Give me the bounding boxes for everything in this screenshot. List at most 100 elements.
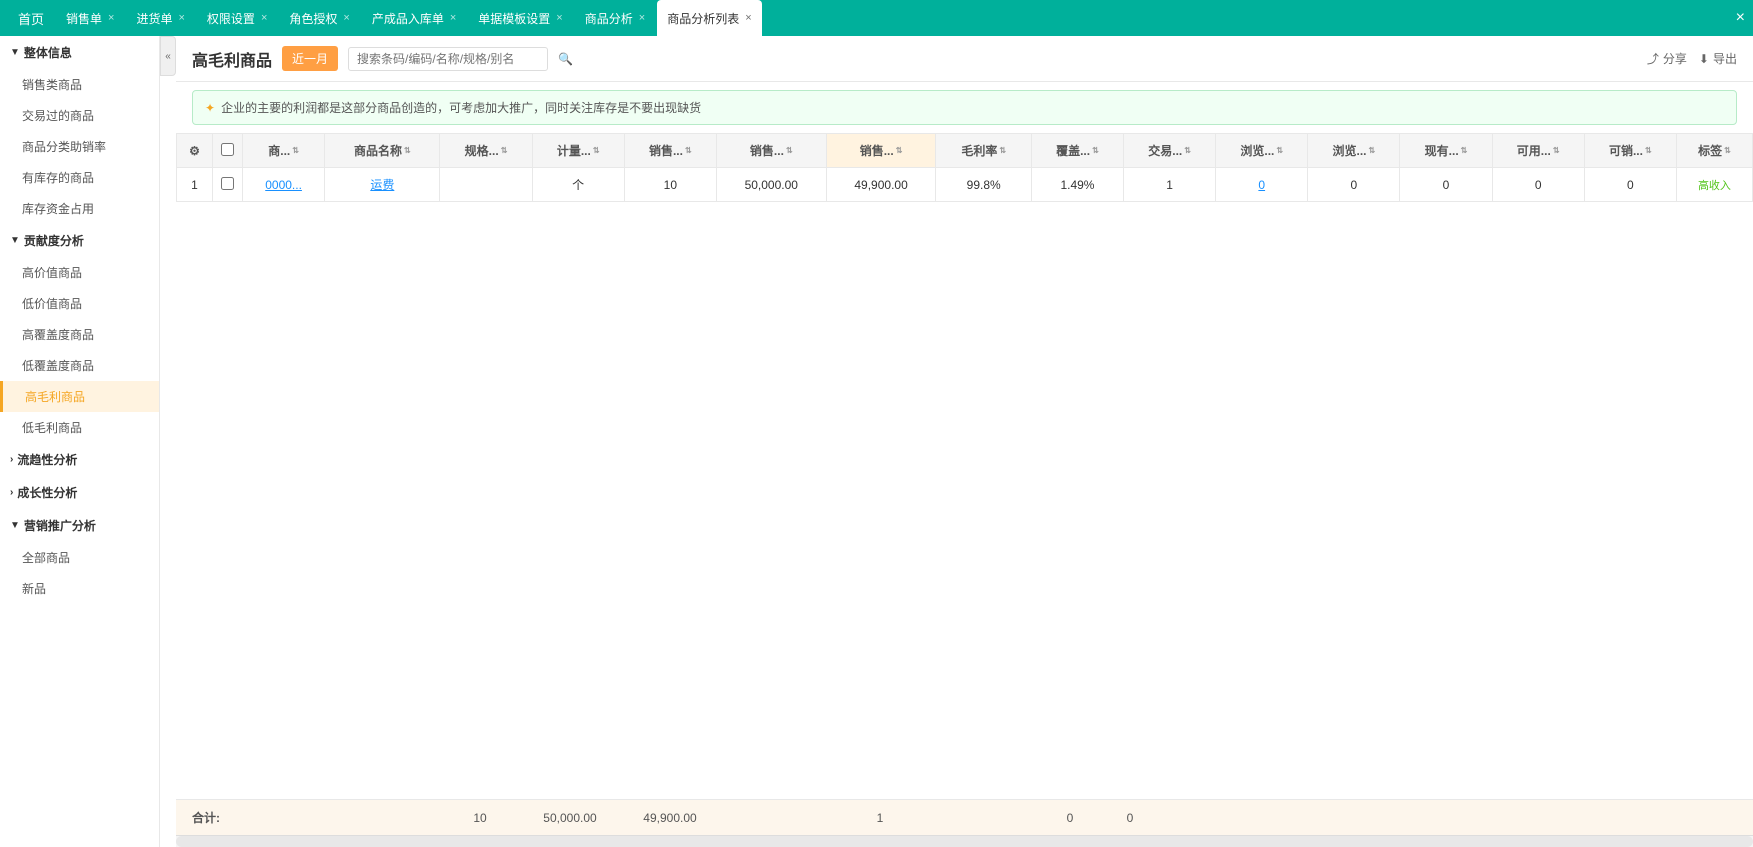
sidebar-item-high-coverage[interactable]: 高覆盖度商品 — [0, 319, 159, 350]
arrow-overall: ▼ — [10, 47, 20, 58]
nav-analysis-list[interactable]: 商品分析列表 × — [657, 0, 761, 36]
cell-sales-count: 10 — [624, 168, 716, 202]
table-container[interactable]: ⚙ 商... ⇅ 商品名称 — [176, 133, 1753, 799]
sort-arrows-sales-amount: ⇅ — [786, 146, 793, 155]
info-icon: ✦ — [205, 101, 215, 115]
col-sales-amount[interactable]: 销售... ⇅ — [716, 134, 826, 168]
cell-view1[interactable]: 0 — [1216, 168, 1308, 202]
col-coverage[interactable]: 覆盖... ⇅ — [1031, 134, 1123, 168]
close-all-tabs[interactable]: × — [1736, 9, 1745, 27]
sidebar-item-low-margin[interactable]: 低毛利商品 — [0, 412, 159, 443]
row-checkbox[interactable] — [221, 177, 234, 190]
cell-code[interactable]: 0000... — [243, 168, 325, 202]
col-unit[interactable]: 计量... ⇅ — [532, 134, 624, 168]
col-sales-count[interactable]: 销售... ⇅ — [624, 134, 716, 168]
page-title: 高毛利商品 — [192, 47, 272, 71]
nav-template[interactable]: 单据模板设置 × — [468, 0, 572, 36]
col-checkbox[interactable] — [213, 134, 243, 168]
col-spec[interactable]: 规格... ⇅ — [440, 134, 532, 168]
nav-product-in-close[interactable]: × — [450, 12, 456, 24]
top-nav-bar: 首页 销售单 × 进货单 × 权限设置 × 角色授权 × 产成品入库单 × 单据… — [0, 0, 1753, 36]
nav-role[interactable]: 角色授权 × — [279, 0, 359, 36]
cell-current: 0 — [1400, 168, 1492, 202]
cell-gross-margin: 99.8% — [936, 168, 1031, 202]
data-table: ⚙ 商... ⇅ 商品名称 — [176, 133, 1753, 202]
col-code[interactable]: 商... ⇅ — [243, 134, 325, 168]
select-all-checkbox[interactable] — [221, 143, 234, 156]
sidebar-item-all-goods[interactable]: 全部商品 — [0, 542, 159, 573]
sort-arrows-tag: ⇅ — [1724, 146, 1731, 155]
col-name[interactable]: 商品名称 ⇅ — [325, 134, 440, 168]
export-icon: ⬇ — [1699, 52, 1709, 66]
sidebar-item-low-coverage[interactable]: 低覆盖度商品 — [0, 350, 159, 381]
col-settings[interactable]: ⚙ — [177, 134, 213, 168]
share-button[interactable]: ⤴ 分享 — [1647, 50, 1687, 67]
sidebar-item-traded-goods[interactable]: 交易过的商品 — [0, 100, 159, 131]
sidebar-section-contribution[interactable]: ▼ 贡献度分析 — [0, 224, 159, 257]
cell-sellable: 0 — [1584, 168, 1676, 202]
sidebar-item-high-value[interactable]: 高价值商品 — [0, 257, 159, 288]
col-view2[interactable]: 浏览... ⇅ — [1308, 134, 1400, 168]
sort-arrows-unit: ⇅ — [593, 146, 600, 155]
cell-checkbox[interactable] — [213, 168, 243, 202]
sort-arrows-spec: ⇅ — [501, 146, 508, 155]
nav-permission[interactable]: 权限设置 × — [197, 0, 277, 36]
sidebar-item-new-goods[interactable]: 新品 — [0, 573, 159, 604]
col-gross-margin[interactable]: 毛利率 ⇅ — [936, 134, 1031, 168]
cell-transaction: 1 — [1124, 168, 1216, 202]
nav-template-close[interactable]: × — [556, 12, 562, 24]
sort-arrows-current: ⇅ — [1461, 146, 1468, 155]
table-row: 1 0000... 运费 个 10 50,000.00 49,900.00 99… — [177, 168, 1753, 202]
share-icon: ⤴ — [1647, 50, 1659, 67]
sidebar-item-sales-goods[interactable]: 销售类商品 — [0, 69, 159, 100]
cell-sales-amount: 50,000.00 — [716, 168, 826, 202]
sort-arrows-sales-count: ⇅ — [685, 146, 692, 155]
sidebar-item-high-margin[interactable]: 高毛利商品 — [0, 381, 159, 412]
cell-spec — [440, 168, 532, 202]
nav-permission-close[interactable]: × — [261, 12, 267, 24]
sidebar-section-growth[interactable]: › 成长性分析 — [0, 476, 159, 509]
footer-sales-amount: 50,000.00 — [520, 811, 620, 825]
sort-arrows-transaction: ⇅ — [1184, 146, 1191, 155]
nav-purchase[interactable]: 进货单 × — [126, 0, 194, 36]
nav-product-analysis[interactable]: 商品分析 × — [575, 0, 655, 36]
col-current[interactable]: 现有... ⇅ — [1400, 134, 1492, 168]
sidebar-item-stock-capital[interactable]: 库存资金占用 — [0, 193, 159, 224]
col-tag[interactable]: 标签 ⇅ — [1676, 134, 1752, 168]
content-area: 高毛利商品 近一月 🔍 ⤴ 分享 ⬇ 导出 ✦ 企业的主要的利润都是这部分商品创… — [176, 36, 1753, 847]
col-sellable[interactable]: 可销... ⇅ — [1584, 134, 1676, 168]
sidebar-item-category-rate[interactable]: 商品分类助销率 — [0, 131, 159, 162]
col-view1[interactable]: 浏览... ⇅ — [1216, 134, 1308, 168]
settings-icon[interactable]: ⚙ — [189, 144, 200, 158]
sidebar-item-stocked-goods[interactable]: 有库存的商品 — [0, 162, 159, 193]
filter-recent-month[interactable]: 近一月 — [282, 46, 338, 71]
col-available[interactable]: 可用... ⇅ — [1492, 134, 1584, 168]
cell-view2: 0 — [1308, 168, 1400, 202]
col-sales-profit[interactable]: 销售... ⇅ — [826, 134, 936, 168]
nav-purchase-close[interactable]: × — [178, 12, 184, 24]
sidebar-toggle[interactable]: « — [160, 36, 176, 76]
cell-sales-profit: 49,900.00 — [826, 168, 936, 202]
export-button[interactable]: ⬇ 导出 — [1699, 50, 1737, 67]
bottom-scrollbar[interactable] — [176, 835, 1753, 847]
sidebar-section-overall[interactable]: ▼ 整体信息 — [0, 36, 159, 69]
info-banner: ✦ 企业的主要的利润都是这部分商品创造的，可考虑加大推广，同时关注库存是不要出现… — [192, 90, 1737, 125]
nav-role-close[interactable]: × — [343, 12, 349, 24]
nav-sales[interactable]: 销售单 × — [56, 0, 124, 36]
arrow-contribution: ▼ — [10, 235, 20, 246]
main-layout: ▼ 整体信息 销售类商品 交易过的商品 商品分类助销率 有库存的商品 库存资金占… — [0, 36, 1753, 847]
cell-name[interactable]: 运费 — [325, 168, 440, 202]
col-transaction[interactable]: 交易... ⇅ — [1124, 134, 1216, 168]
nav-analysis-list-close[interactable]: × — [745, 12, 751, 24]
nav-product-in[interactable]: 产成品入库单 × — [362, 0, 466, 36]
table-header-row: ⚙ 商... ⇅ 商品名称 — [177, 134, 1753, 168]
sidebar-item-low-value[interactable]: 低价值商品 — [0, 288, 159, 319]
sidebar-section-marketing[interactable]: ▼ 营销推广分析 — [0, 509, 159, 542]
sort-arrows-coverage: ⇅ — [1092, 146, 1099, 155]
nav-home[interactable]: 首页 — [8, 0, 54, 36]
search-icon[interactable]: 🔍 — [558, 52, 573, 66]
search-input[interactable] — [348, 47, 548, 71]
sidebar-section-trend[interactable]: › 流趋性分析 — [0, 443, 159, 476]
nav-product-analysis-close[interactable]: × — [639, 12, 645, 24]
nav-sales-close[interactable]: × — [108, 12, 114, 24]
